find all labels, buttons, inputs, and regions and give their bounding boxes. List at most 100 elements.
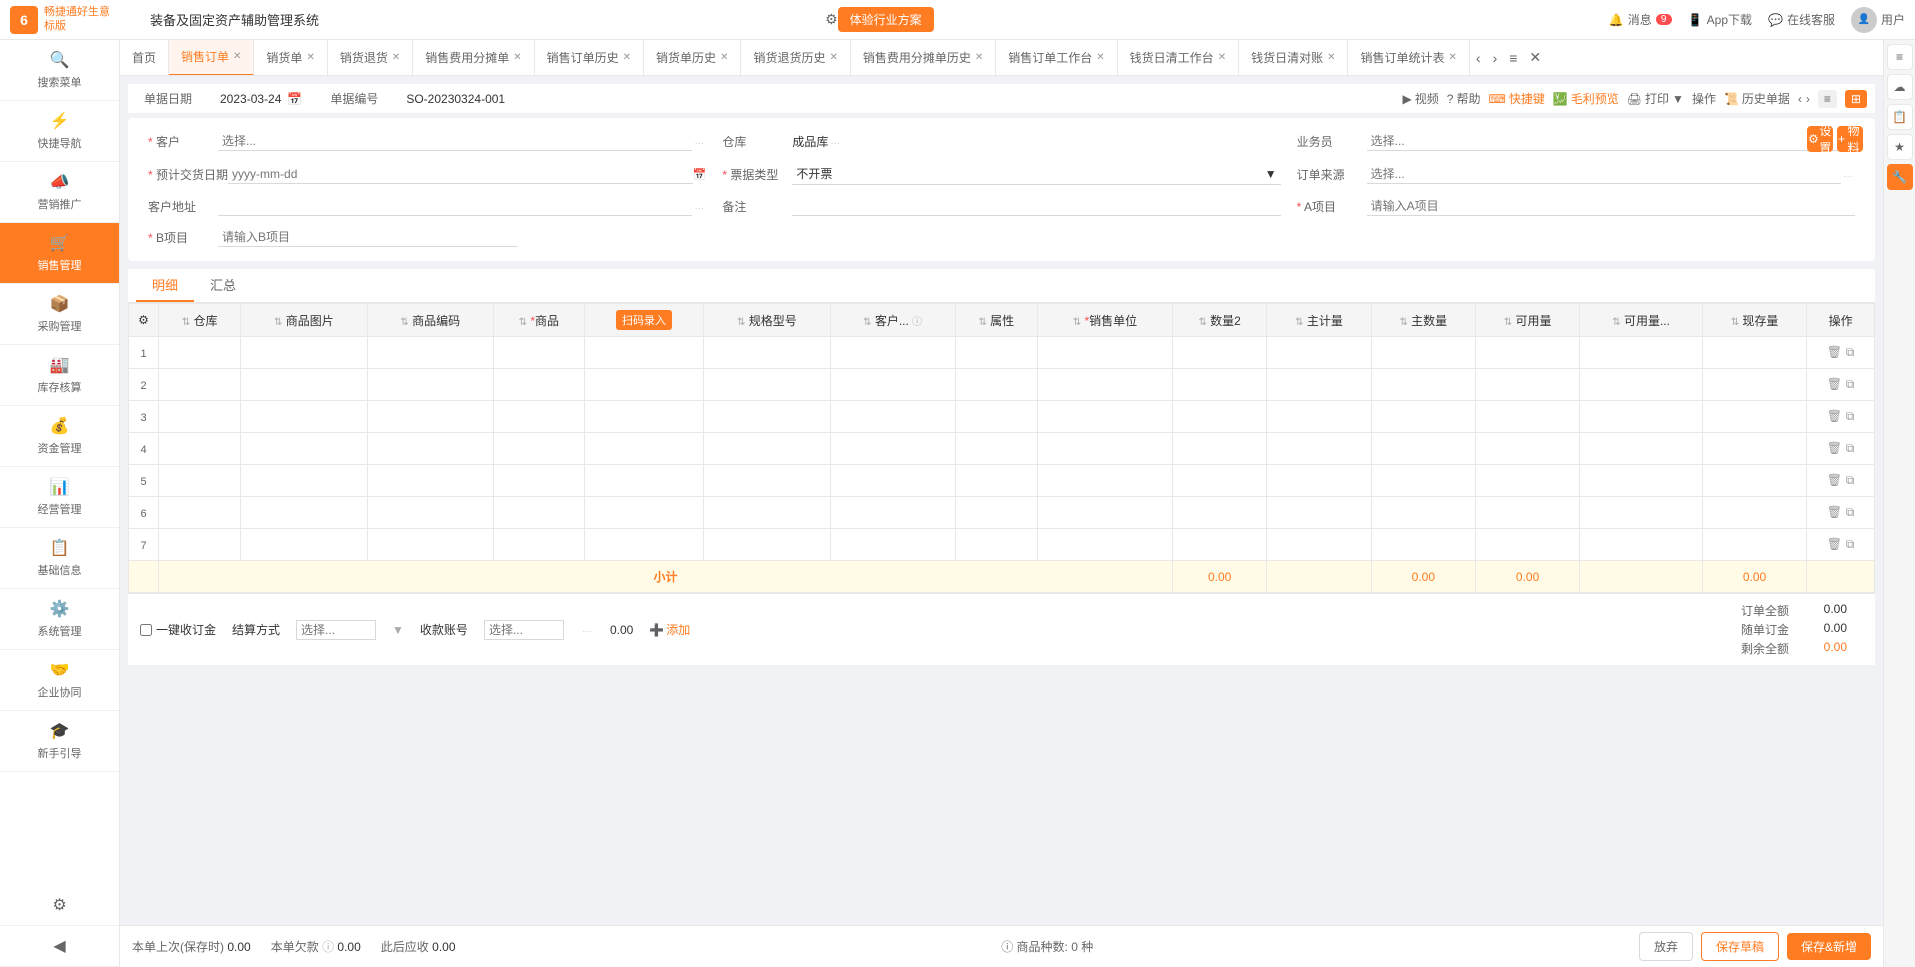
rs-tool-btn[interactable]: 🔧 — [1887, 164, 1913, 190]
copy-icon[interactable]: ⧉ — [1846, 409, 1855, 424]
tab-daily-clear-workbench[interactable]: 钱货日清工作台 ✕ — [1118, 40, 1239, 76]
copy-icon[interactable]: ⧉ — [1846, 505, 1855, 520]
col-settings[interactable]: ⚙ — [129, 304, 159, 337]
shortcut-btn[interactable]: ⌨ 快捷键 — [1488, 90, 1544, 107]
salesperson-input[interactable] — [1367, 132, 1841, 151]
sidebar-item-sales[interactable]: 🛒 销售管理 — [0, 223, 119, 284]
receipt-expand-icon[interactable]: … — [580, 624, 594, 635]
ticket-type-select[interactable]: 不开票 ▼ — [792, 163, 1280, 185]
copy-icon[interactable]: ⧉ — [1846, 377, 1855, 392]
sidebar-item-system[interactable]: ⚙️ 系统管理 — [0, 589, 119, 650]
sub-tab-summary[interactable]: 汇总 — [194, 269, 252, 302]
save-draft-button[interactable]: 保存草稿 — [1701, 932, 1779, 961]
tab-menu-btn[interactable]: ≡ — [1503, 40, 1523, 76]
close-icon[interactable]: ✕ — [392, 52, 400, 63]
receipt-account-input[interactable] — [484, 620, 564, 640]
close-icon[interactable]: ✕ — [829, 52, 837, 63]
rs-list-btn[interactable]: ≡ — [1887, 44, 1913, 70]
notice-btn[interactable]: 🔔 消息 9 — [1609, 11, 1672, 28]
warehouse-expand-icon[interactable]: … — [828, 136, 842, 147]
close-icon[interactable]: ✕ — [623, 52, 631, 63]
tab-close-all-btn[interactable]: ✕ — [1523, 40, 1547, 76]
close-icon[interactable]: ✕ — [233, 51, 241, 62]
tab-prev-btn[interactable]: ‹ — [1470, 40, 1487, 76]
history-btn[interactable]: 📜 历史单据 — [1724, 90, 1790, 107]
settings-mode-btn[interactable]: ≡ — [1818, 90, 1837, 108]
view-btn[interactable]: ▶ 视频 — [1403, 90, 1439, 107]
tab-order-history[interactable]: 销售订单历史 ✕ — [535, 40, 644, 76]
sidebar-item-marketing[interactable]: 📣 营销推广 — [0, 162, 119, 223]
quick-checkout-checkbox[interactable] — [140, 624, 152, 636]
list-view-btn[interactable]: ⊞ — [1845, 90, 1867, 108]
a-project-input[interactable] — [1367, 197, 1855, 216]
sidebar-settings-btn[interactable]: ⚙ — [0, 885, 119, 926]
order-source-expand-icon[interactable]: … — [1841, 169, 1855, 180]
discard-button[interactable]: 放弃 — [1639, 932, 1693, 961]
sidebar-collapse-btn[interactable]: ◀ — [0, 926, 119, 967]
customer-expand-icon[interactable]: … — [692, 136, 706, 147]
tab-invoice-history[interactable]: 销货单历史 ✕ — [644, 40, 741, 76]
sidebar-item-search[interactable]: 🔍 搜索菜单 — [0, 40, 119, 101]
close-icon[interactable]: ✕ — [720, 52, 728, 63]
col-scan[interactable]: 扫码录入 — [584, 304, 703, 337]
delete-icon[interactable]: 🗑 — [1827, 441, 1842, 456]
tab-daily-reconcile[interactable]: 钱货日清对账 ✕ — [1239, 40, 1348, 76]
rs-note-btn[interactable]: 📋 — [1887, 104, 1913, 130]
next-arrow-icon[interactable]: › — [1806, 92, 1810, 106]
industry-btn[interactable]: 体验行业方案 — [838, 7, 934, 32]
print-btn[interactable]: 🖨 打印 ▼ — [1627, 90, 1684, 107]
online-service-btn[interactable]: 💬 在线客服 — [1768, 11, 1835, 28]
form-material-btn[interactable]: + 物料 — [1837, 126, 1863, 152]
tab-home[interactable]: 首页 — [120, 40, 169, 76]
copy-icon[interactable]: ⧉ — [1846, 473, 1855, 488]
delete-icon[interactable]: 🗑 — [1827, 505, 1842, 520]
address-expand-icon[interactable]: … — [692, 201, 706, 212]
tab-sales-invoice[interactable]: 销货单 ✕ — [254, 40, 327, 76]
operate-btn[interactable]: 操作 — [1692, 90, 1716, 107]
close-icon[interactable]: ✕ — [975, 52, 983, 63]
close-icon[interactable]: ✕ — [306, 52, 314, 63]
help-btn[interactable]: ? 帮助 — [1447, 90, 1481, 107]
rs-star-btn[interactable]: ★ — [1887, 134, 1913, 160]
form-settings-btn[interactable]: ⚙ 设置 — [1807, 126, 1833, 152]
sidebar-item-guide[interactable]: 🎓 新手引导 — [0, 711, 119, 772]
tab-sales-expense[interactable]: 销售费用分摊单 ✕ — [413, 40, 534, 76]
tab-next-btn[interactable]: › — [1487, 40, 1504, 76]
sidebar-item-purchase[interactable]: 📦 采购管理 — [0, 284, 119, 345]
add-btn[interactable]: ➕ 添加 — [649, 621, 690, 638]
profit-btn[interactable]: 💹 毛利预览 — [1553, 90, 1619, 107]
user-btn[interactable]: 👤 用户 — [1851, 7, 1905, 33]
close-icon[interactable]: ✕ — [1449, 52, 1457, 63]
tab-expense-history[interactable]: 销售费用分摊单历史 ✕ — [851, 40, 996, 76]
copy-icon[interactable]: ⧉ — [1846, 537, 1855, 552]
sidebar-item-basic[interactable]: 📋 基础信息 — [0, 528, 119, 589]
sidebar-item-inventory[interactable]: 🏭 库存核算 — [0, 345, 119, 406]
close-icon[interactable]: ✕ — [1327, 52, 1335, 63]
save-new-button[interactable]: 保存&新增 — [1787, 933, 1871, 960]
close-icon[interactable]: ✕ — [1218, 52, 1226, 63]
tab-order-stats[interactable]: 销售订单统计表 ✕ — [1348, 40, 1469, 76]
delete-icon[interactable]: 🗑 — [1827, 377, 1842, 392]
gear-icon[interactable]: ⚙ — [825, 11, 838, 28]
tab-sales-return[interactable]: 销货退货 ✕ — [328, 40, 413, 76]
col-settings-icon[interactable]: ⚙ — [138, 313, 149, 327]
sidebar-item-finance[interactable]: 💰 资金管理 — [0, 406, 119, 467]
tab-order-workbench[interactable]: 销售订单工作台 ✕ — [996, 40, 1117, 76]
customer-address-input[interactable] — [218, 197, 692, 216]
copy-icon[interactable]: ⧉ — [1846, 441, 1855, 456]
close-icon[interactable]: ✕ — [1096, 52, 1104, 63]
sidebar-item-operations[interactable]: 📊 经营管理 — [0, 467, 119, 528]
sidebar-item-nav[interactable]: ⚡ 快捷导航 — [0, 101, 119, 162]
delete-icon[interactable]: 🗑 — [1827, 409, 1842, 424]
delete-icon[interactable]: 🗑 — [1827, 537, 1842, 552]
copy-icon[interactable]: ⧉ — [1846, 345, 1855, 360]
scan-button[interactable]: 扫码录入 — [616, 310, 672, 330]
calendar-icon[interactable]: 📅 — [287, 92, 302, 106]
tab-sales-order[interactable]: 销售订单 ✕ — [169, 40, 254, 76]
sub-tab-detail[interactable]: 明细 — [136, 269, 194, 302]
rs-cloud-btn[interactable]: ☁ — [1887, 74, 1913, 100]
calendar-icon[interactable]: 📅 — [693, 168, 707, 181]
order-source-input[interactable] — [1367, 165, 1841, 184]
tab-return-history[interactable]: 销货退货历史 ✕ — [741, 40, 850, 76]
chevron-down-icon[interactable]: ▼ — [392, 623, 404, 637]
